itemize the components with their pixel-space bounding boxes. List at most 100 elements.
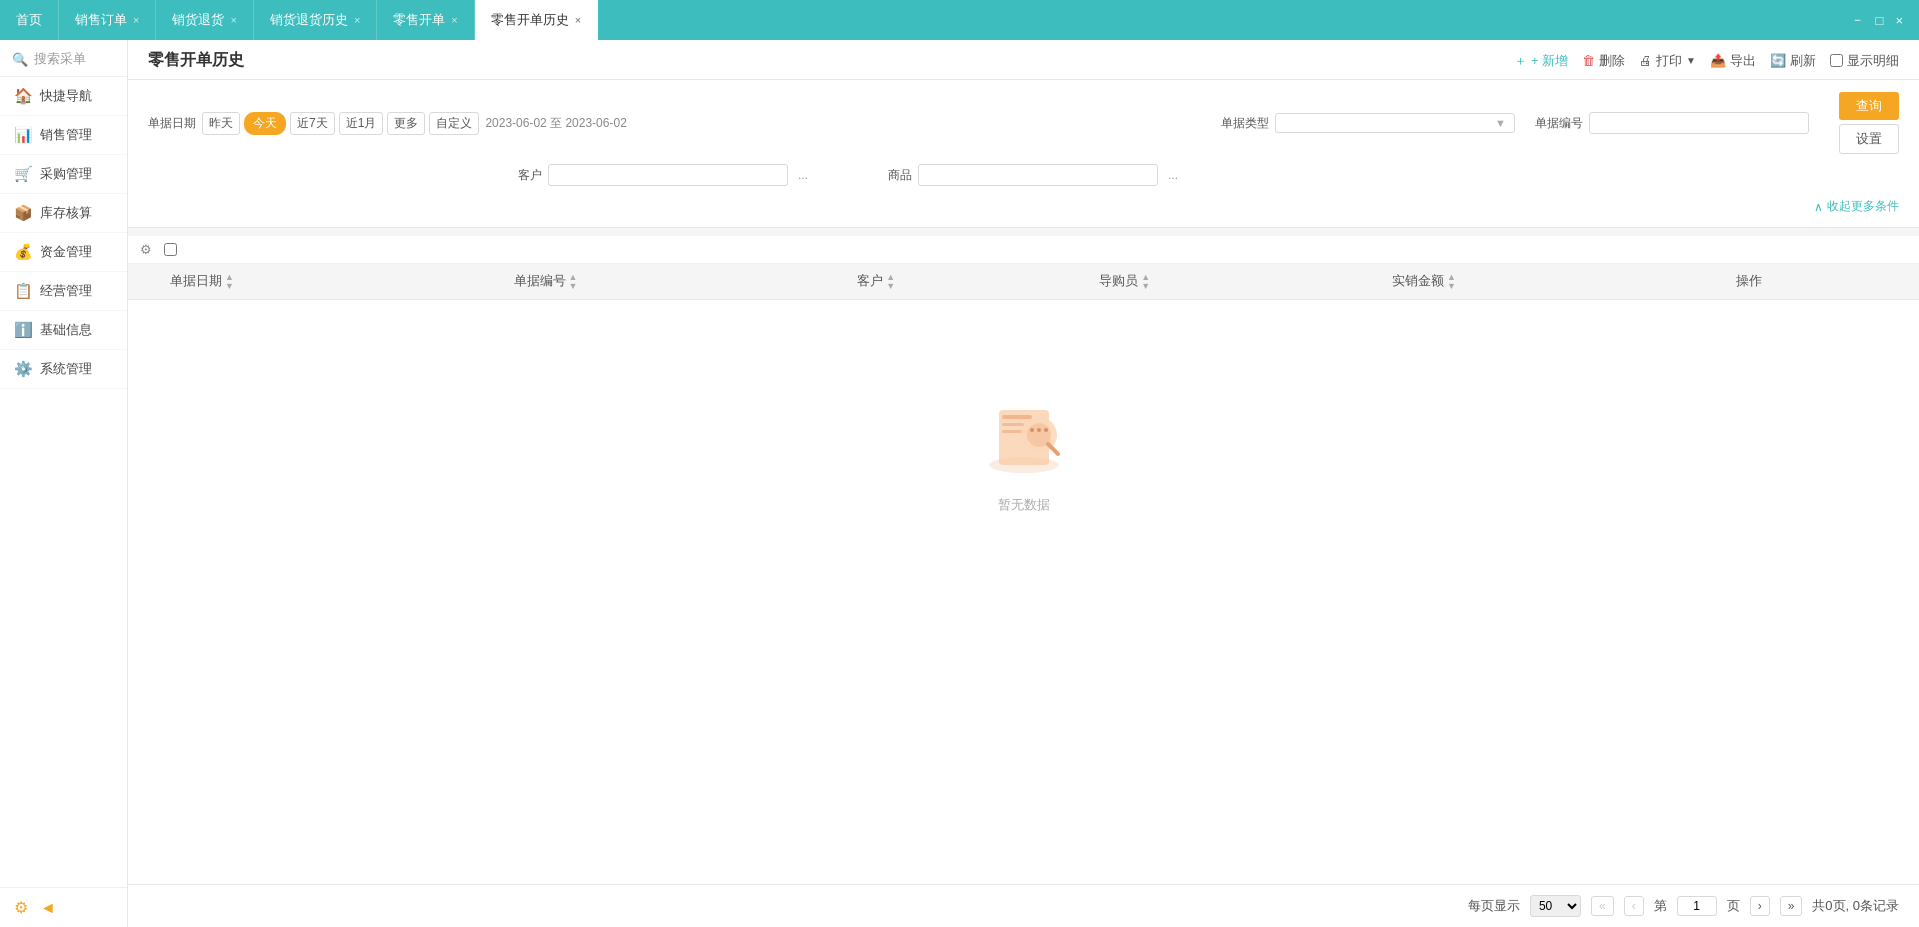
order-no-label: 单据编号	[1535, 115, 1583, 132]
date-btn-自定义[interactable]: 自定义	[429, 112, 479, 135]
page-size-label: 每页显示	[1468, 897, 1520, 915]
sidebar-item-销售管理[interactable]: 📊 销售管理	[0, 116, 127, 155]
query-button[interactable]: 查询	[1839, 92, 1899, 120]
sort-icon: ▲▼	[1447, 273, 1456, 291]
refresh-button[interactable]: 🔄 刷新	[1770, 52, 1816, 70]
pagination-bar: 每页显示 2050100 « ‹ 第 页 › » 共0页, 0条记录	[128, 884, 1919, 927]
show-detail-checkbox[interactable]: 显示明细	[1830, 52, 1899, 70]
sidebar-item-label: 系统管理	[40, 360, 92, 378]
date-btn-昨天[interactable]: 昨天	[202, 112, 240, 135]
page-input[interactable]	[1677, 896, 1717, 916]
nav-tab-销货退货历史[interactable]: 销货退货历史 ×	[254, 0, 377, 40]
date-btn-今天[interactable]: 今天	[244, 112, 286, 135]
order-type-select[interactable]: ▼	[1275, 113, 1515, 133]
customer-label: 客户	[518, 167, 542, 184]
sidebar: 🔍 搜索采单 🏠快捷导航 📊 销售管理 🛒采购管理📦库存核算 💰 资金管理 📋经营管理 ℹ️ 基…	[0, 40, 128, 927]
date-label: 单据日期	[148, 115, 196, 132]
sidebar-item-label: 基础信息	[40, 321, 92, 339]
th-导购员[interactable]: 导购员▲▼	[1087, 264, 1380, 299]
svg-point-8	[1030, 428, 1034, 432]
delete-button[interactable]: 🗑 删除	[1582, 52, 1625, 70]
collapse-row: ∧ 收起更多条件	[148, 196, 1899, 219]
add-button[interactable]: ＋ + 新增	[1514, 52, 1568, 70]
tab-close-icon[interactable]: ×	[230, 14, 236, 26]
close-btn[interactable]: ×	[1895, 13, 1903, 28]
goods-filter: 商品 ...	[888, 164, 1178, 186]
tab-label: 首页	[16, 11, 42, 29]
page-unit: 页	[1727, 897, 1740, 915]
sort-icon: ▲▼	[225, 273, 234, 291]
tab-close-icon[interactable]: ×	[451, 14, 457, 26]
tab-label: 销货退货历史	[270, 11, 348, 29]
maximize-btn[interactable]: □	[1876, 13, 1884, 28]
sidebar-search[interactable]: 🔍 搜索采单	[0, 40, 127, 77]
sidebar-icon: 📦	[14, 204, 32, 222]
goods-input[interactable]	[918, 164, 1158, 186]
nav-tab-零售开单[interactable]: 零售开单×	[377, 0, 474, 40]
sidebar-items: 🏠快捷导航 📊 销售管理 🛒采购管理📦库存核算 💰 资金管理 📋经营管理 ℹ️ 基础信息 ⚙️系统…	[0, 77, 127, 389]
nav-tab-销售订单[interactable]: 销售订单×	[59, 0, 156, 40]
filter-area: 单据日期 昨天今天近7天近1月更多自定义2023-06-02 至 2023-06…	[128, 80, 1919, 228]
th-实销金额[interactable]: 实销金额▲▼	[1380, 264, 1724, 299]
show-detail-input[interactable]	[1830, 54, 1843, 67]
tab-label: 零售开单历史	[491, 11, 569, 29]
sidebar-item-系统管理[interactable]: ⚙️系统管理	[0, 350, 127, 389]
tab-close-icon[interactable]: ×	[133, 14, 139, 26]
customer-input[interactable]	[548, 164, 788, 186]
date-btn-近7天[interactable]: 近7天	[290, 112, 335, 135]
empty-illustration	[974, 380, 1074, 480]
order-no-input[interactable]	[1589, 112, 1809, 134]
nav-tab-零售开单历史[interactable]: 零售开单历史 ×	[475, 0, 598, 40]
content-area: 零售开单历史 ＋ + 新增 🗑 删除 🖨 打印 ▼ 📤 导出	[128, 40, 1919, 927]
sidebar-icon: 📊	[14, 126, 32, 144]
th-单据编号[interactable]: 单据编号▲▼	[502, 264, 846, 299]
next-page-btn[interactable]: ›	[1750, 896, 1770, 916]
tab-label: 销货退货	[172, 11, 224, 29]
sidebar-item-label: 销售管理	[40, 126, 92, 144]
sidebar-item-label: 资金管理	[40, 243, 92, 261]
nav-tabs: 首页销售订单×销货退货×销货退货历史×零售开单×零售开单历史×	[0, 0, 598, 40]
export-button[interactable]: 📤 导出	[1710, 52, 1756, 70]
th-操作: 操作	[1724, 264, 1919, 299]
sidebar-item-采购管理[interactable]: 🛒采购管理	[0, 155, 127, 194]
tab-close-icon[interactable]: ×	[575, 14, 581, 26]
sidebar-item-资金管理[interactable]: 💰 资金管理	[0, 233, 127, 272]
refresh-icon: 🔄	[1770, 53, 1786, 68]
nav-tab-销货退货[interactable]: 销货退货 ×	[156, 0, 253, 40]
sidebar-icon: 💰	[14, 243, 32, 261]
collapse-button[interactable]: ∧ 收起更多条件	[1814, 198, 1899, 215]
select-all-checkbox[interactable]	[164, 243, 177, 256]
sidebar-item-快捷导航[interactable]: 🏠快捷导航	[0, 77, 127, 116]
table-settings-icon[interactable]: ⚙	[140, 242, 152, 257]
first-page-btn[interactable]: «	[1591, 896, 1614, 916]
date-btn-近1月[interactable]: 近1月	[339, 112, 384, 135]
sidebar-icon: ℹ️	[14, 321, 32, 339]
empty-text: 暂无数据	[998, 496, 1050, 514]
sidebar-item-经营管理[interactable]: 📋经营管理	[0, 272, 127, 311]
sort-icon: ▲▼	[886, 273, 895, 291]
add-icon: ＋	[1514, 52, 1527, 70]
date-btn-更多[interactable]: 更多	[387, 112, 425, 135]
minimize-btn[interactable]: －	[1851, 11, 1864, 29]
goods-more-icon[interactable]: ...	[1168, 168, 1178, 182]
collapse-icon[interactable]: ◄	[40, 899, 56, 917]
last-page-btn[interactable]: »	[1780, 896, 1803, 916]
print-button[interactable]: 🖨 打印 ▼	[1639, 52, 1696, 70]
th-单据日期[interactable]: 单据日期▲▼	[158, 264, 502, 299]
customer-filter: 客户 ...	[518, 164, 808, 186]
customer-more-icon[interactable]: ...	[798, 168, 808, 182]
sort-icon: ▲▼	[569, 273, 578, 291]
sidebar-item-基础信息[interactable]: ℹ️ 基础信息	[0, 311, 127, 350]
order-type-label: 单据类型	[1221, 115, 1269, 132]
search-icon: 🔍	[12, 52, 28, 67]
settings-button[interactable]: 设置	[1839, 124, 1899, 154]
nav-tab-首页[interactable]: 首页	[0, 0, 59, 40]
th-客户[interactable]: 客户▲▼	[845, 264, 1087, 299]
tab-close-icon[interactable]: ×	[354, 14, 360, 26]
settings-icon[interactable]: ⚙	[14, 898, 28, 917]
order-type-dropdown-icon: ▼	[1495, 117, 1506, 129]
page-size-select[interactable]: 2050100	[1530, 895, 1581, 917]
prev-page-btn[interactable]: ‹	[1624, 896, 1644, 916]
sidebar-item-库存核算[interactable]: 📦库存核算	[0, 194, 127, 233]
sidebar-item-label: 采购管理	[40, 165, 92, 183]
